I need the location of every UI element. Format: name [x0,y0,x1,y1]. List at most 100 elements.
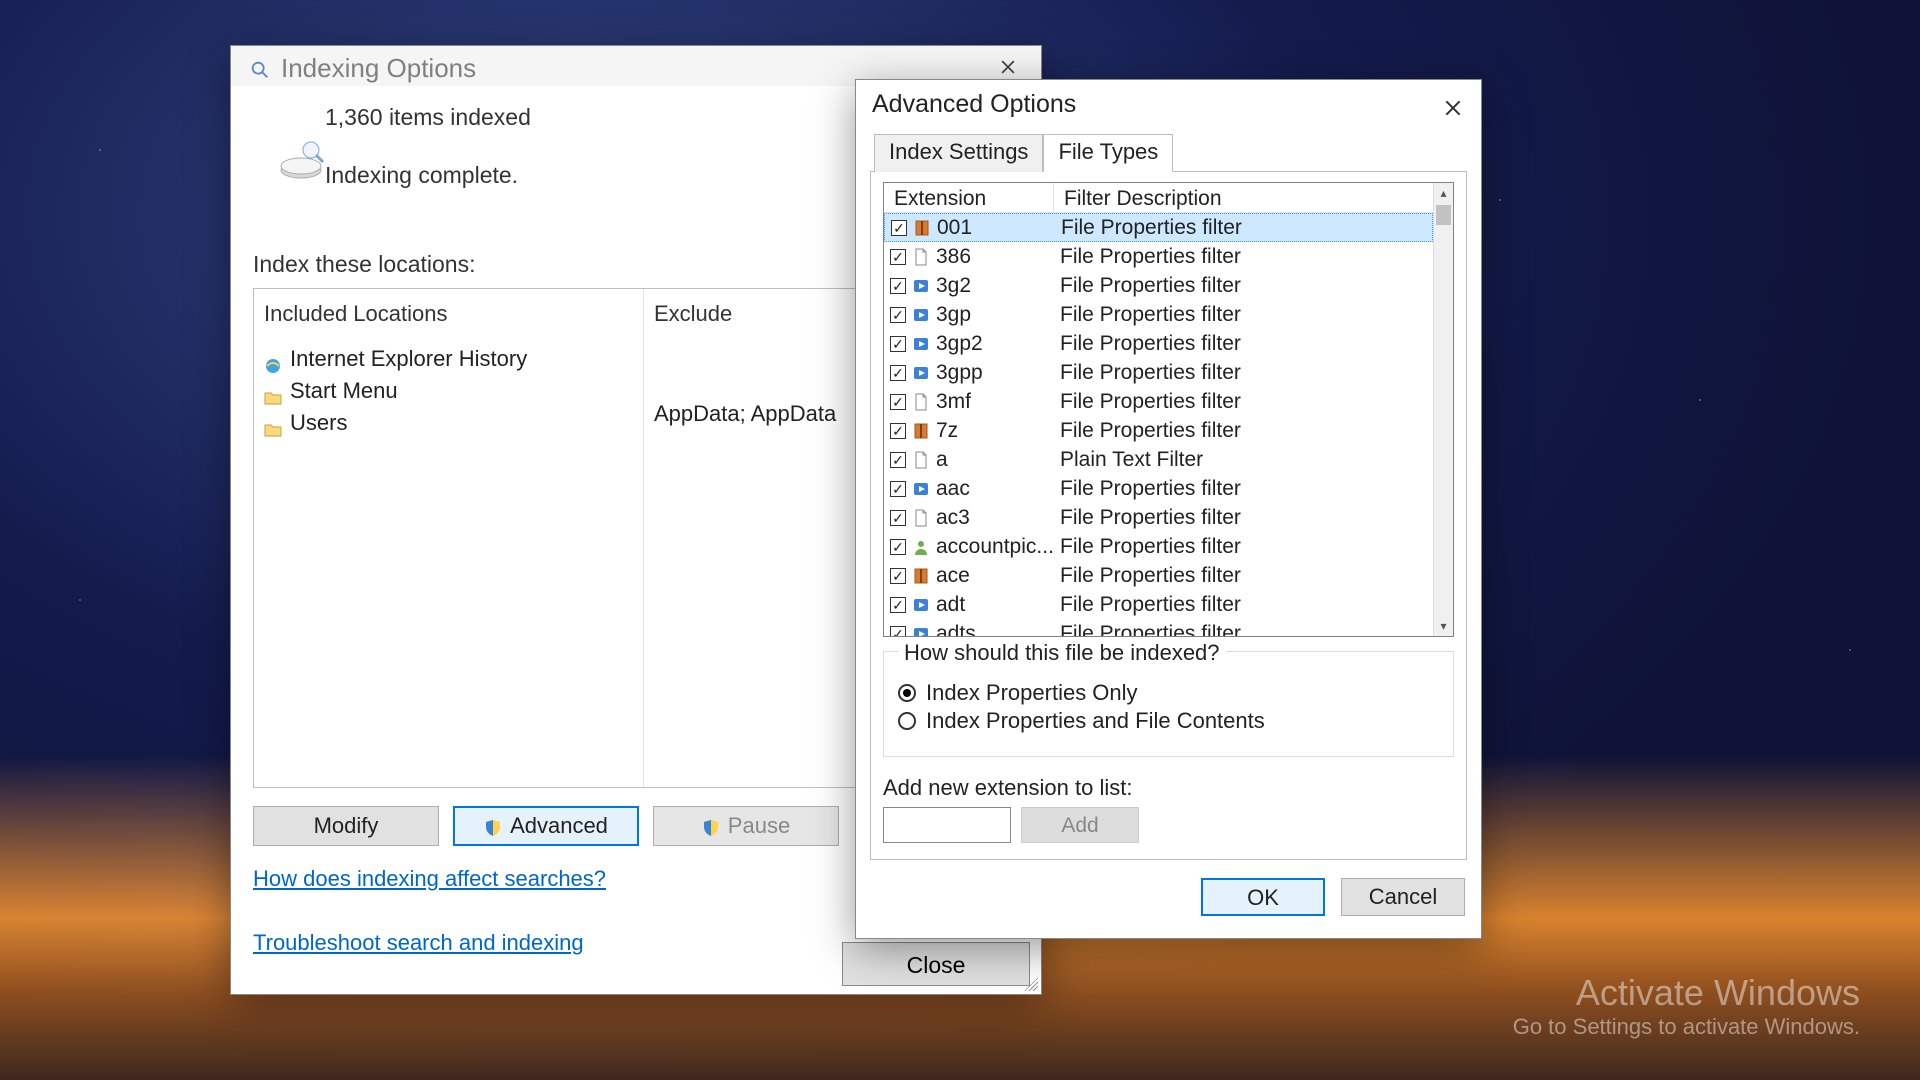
included-locations-header[interactable]: Included Locations [264,301,633,327]
file-type-row[interactable]: ✓aacFile Properties filter [884,474,1433,503]
indexing-options-icon [249,57,271,79]
extension-text: a [936,448,1054,472]
file-type-icon [912,277,930,295]
add-extension-input[interactable] [883,807,1011,843]
checkbox-icon[interactable]: ✓ [891,220,907,236]
file-type-row[interactable]: ✓ adtFile Properties filter [884,590,1433,619]
extension-header[interactable]: Extension [884,183,1054,212]
file-type-icon [912,480,930,498]
checkbox-icon[interactable]: ✓ [890,452,906,468]
scroll-thumb[interactable] [1436,205,1451,225]
filter-description-text: File Properties filter [1060,419,1433,443]
file-type-icon [913,219,931,237]
pause-label: Pause [728,813,790,839]
index-mode-group: How should this file be indexed? Index P… [883,651,1454,757]
checkbox-icon[interactable]: ✓ [890,510,906,526]
extension-text: ace [936,564,1054,588]
file-type-icon [912,538,930,556]
file-type-row[interactable]: ✓3gp2File Properties filter [884,329,1433,358]
checkbox-icon[interactable]: ✓ [890,597,906,613]
tab-label: Index Settings [889,139,1028,164]
shield-icon [702,817,720,835]
extension-text: 3gpp [936,361,1054,385]
file-type-row[interactable]: ✓ ac3File Properties filter [884,503,1433,532]
file-types-pane: Extension Filter Description ✓001File Pr… [870,171,1467,860]
radio-properties-and-contents[interactable]: Index Properties and File Contents [898,708,1439,734]
file-type-icon [912,393,930,411]
internet-explorer-icon [264,351,282,367]
file-type-row[interactable]: ✓3mfFile Properties filter [884,387,1433,416]
filter-description-header[interactable]: Filter Description [1054,183,1453,212]
file-type-row[interactable]: ✓3gppFile Properties filter [884,358,1433,387]
modify-button[interactable]: Modify [253,806,439,846]
folder-icon [264,415,282,431]
advanced-label: Advanced [510,813,608,839]
extension-text: 3gp [936,303,1054,327]
file-type-row[interactable]: ✓001File Properties filter [884,213,1433,242]
tab-label: File Types [1058,139,1158,164]
close-icon[interactable] [1445,94,1467,116]
filter-description-text: Plain Text Filter [1060,448,1433,472]
checkbox-icon[interactable]: ✓ [890,278,906,294]
watermark-title: Activate Windows [1513,972,1860,1014]
filter-description-text: File Properties filter [1060,245,1433,269]
file-type-row[interactable]: ✓ 3gpFile Properties filter [884,300,1433,329]
location-name: Users [290,407,347,439]
checkbox-icon[interactable]: ✓ [890,365,906,381]
checkbox-icon[interactable]: ✓ [890,423,906,439]
close-button[interactable]: Close [842,942,1030,986]
filter-description-text: File Properties filter [1060,303,1433,327]
file-type-icon [912,509,930,527]
file-type-row[interactable]: ✓ aceFile Properties filter [884,561,1433,590]
scroll-down-icon[interactable]: ▾ [1434,616,1453,636]
file-type-icon [912,248,930,266]
file-type-icon [912,335,930,353]
extension-text: 386 [936,245,1054,269]
close-icon[interactable] [985,57,1031,80]
checkbox-icon[interactable]: ✓ [890,626,906,637]
tab-index-settings[interactable]: Index Settings [874,134,1043,172]
indexing-title: Indexing Options [281,53,476,84]
location-row[interactable]: Start Menu [264,375,633,407]
extension-text: ac3 [936,506,1054,530]
checkbox-icon[interactable]: ✓ [890,539,906,555]
shield-icon [484,817,502,835]
pause-button[interactable]: Pause [653,806,839,846]
tab-file-types[interactable]: File Types [1043,134,1173,172]
extension-text: adt [936,593,1054,617]
file-type-row[interactable]: ✓ 386File Properties filter [884,242,1433,271]
location-row[interactable]: Internet Explorer History [264,343,633,375]
add-extension-label: Add new extension to list: [883,775,1454,801]
file-types-list[interactable]: Extension Filter Description ✓001File Pr… [883,182,1454,637]
checkbox-icon[interactable]: ✓ [890,394,906,410]
checkbox-icon[interactable]: ✓ [890,568,906,584]
filter-description-text: File Properties filter [1060,564,1433,588]
file-type-row[interactable]: ✓3g2File Properties filter [884,271,1433,300]
filter-description-text: File Properties filter [1060,593,1433,617]
extension-text: 7z [936,419,1054,443]
advanced-button[interactable]: Advanced [453,806,639,846]
file-type-row[interactable]: ✓ aPlain Text Filter [884,445,1433,474]
ok-button[interactable]: OK [1201,878,1325,916]
ok-label: OK [1247,885,1279,910]
checkbox-icon[interactable]: ✓ [890,249,906,265]
cancel-button[interactable]: Cancel [1341,878,1465,916]
file-type-row[interactable]: ✓accountpic...File Properties filter [884,532,1433,561]
activate-windows-watermark: Activate Windows Go to Settings to activ… [1513,972,1860,1040]
radio-properties-only[interactable]: Index Properties Only [898,680,1439,706]
advanced-titlebar[interactable]: Advanced Options [856,80,1481,127]
checkbox-icon[interactable]: ✓ [890,481,906,497]
scroll-up-icon[interactable]: ▴ [1434,183,1453,203]
indexing-status-text: Indexing complete. [325,154,531,198]
checkbox-icon[interactable]: ✓ [890,307,906,323]
add-extension-button[interactable]: Add [1021,807,1139,843]
file-type-row[interactable]: ✓adtsFile Properties filter [884,619,1433,636]
file-type-icon [912,422,930,440]
location-row[interactable]: Users [264,407,633,439]
file-type-row[interactable]: ✓ 7zFile Properties filter [884,416,1433,445]
filter-description-text: File Properties filter [1060,506,1433,530]
scrollbar[interactable]: ▴ ▾ [1433,183,1453,636]
checkbox-icon[interactable]: ✓ [890,336,906,352]
file-type-icon [912,306,930,324]
add-button-label: Add [1061,814,1098,837]
